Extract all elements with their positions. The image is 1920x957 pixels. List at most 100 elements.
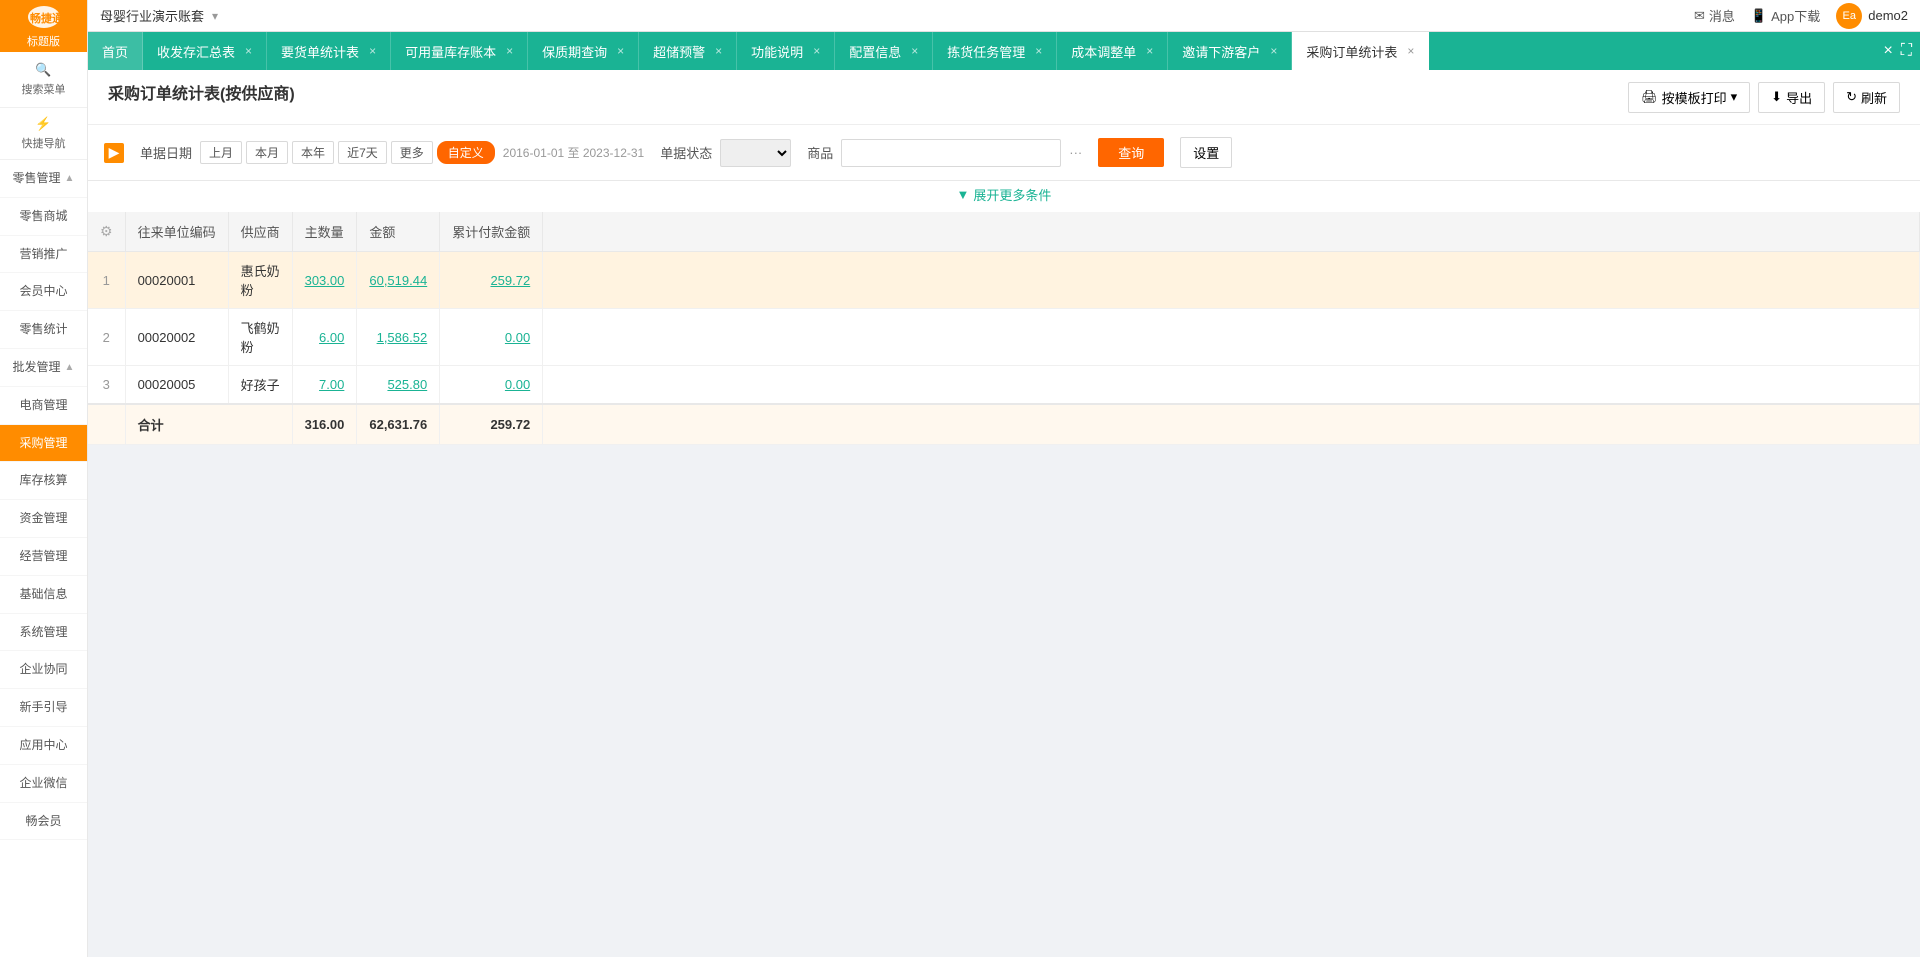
footer-extra bbox=[543, 404, 1920, 445]
sidebar-item-11[interactable]: 基础信息 bbox=[0, 576, 87, 614]
row-paid-link[interactable]: 0.00 bbox=[505, 377, 530, 392]
row-qty-link[interactable]: 6.00 bbox=[319, 330, 344, 345]
tab-tab5[interactable]: 超储预警× bbox=[639, 32, 737, 70]
sidebar-item-6[interactable]: 电商管理 bbox=[0, 387, 87, 425]
row-amount-link[interactable]: 60,519.44 bbox=[369, 273, 427, 288]
sidebar-item-8[interactable]: 库存核算 bbox=[0, 462, 87, 500]
tab-tab9[interactable]: 成本调整单× bbox=[1057, 32, 1168, 70]
app-download-label: App下载 bbox=[1771, 6, 1820, 25]
sidebar-item-14[interactable]: 新手引导 bbox=[0, 689, 87, 727]
sidebar-item-3[interactable]: 会员中心 bbox=[0, 273, 87, 311]
filter-toggle-button[interactable]: ▶ bbox=[104, 143, 124, 163]
search-button[interactable]: 查询 bbox=[1098, 138, 1164, 167]
status-select[interactable]: 全部 待审核 已审核 bbox=[720, 139, 791, 167]
expand-button[interactable]: ▼ 展开更多条件 bbox=[957, 185, 1052, 204]
row-amount: 525.80 bbox=[357, 366, 440, 405]
topbar-right: ✉ 消息 📱 App下载 Ea demo2 bbox=[1694, 3, 1908, 29]
tab-close-tab3[interactable]: × bbox=[506, 44, 513, 58]
export-icon: ⬇ bbox=[1771, 89, 1782, 105]
col-extra bbox=[543, 212, 1920, 252]
tab-tab6[interactable]: 功能说明 × bbox=[737, 32, 835, 70]
date-btn-custom[interactable]: 自定义 bbox=[437, 141, 495, 164]
row-qty-link[interactable]: 7.00 bbox=[319, 377, 344, 392]
settings-button[interactable]: 设置 bbox=[1180, 137, 1232, 168]
sidebar-item-7[interactable]: 采购管理 bbox=[0, 425, 87, 463]
tab-tab1[interactable]: 收发存汇总表 × bbox=[143, 32, 267, 70]
tabs-bar: 首页收发存汇总表×要货单统计表×可用量库存账本×保质期查询×超储预警×功能说明×… bbox=[88, 32, 1920, 70]
sidebar-item-5[interactable]: 批发管理▲ bbox=[0, 349, 87, 387]
message-button[interactable]: ✉ 消息 bbox=[1694, 6, 1735, 25]
sidebar-item-13[interactable]: 企业协同 bbox=[0, 651, 87, 689]
sidebar-item-9[interactable]: 资金管理 bbox=[0, 500, 87, 538]
tab-close-tab8[interactable]: × bbox=[1035, 44, 1042, 58]
tab-tab3[interactable]: 可用量库存账本× bbox=[391, 32, 528, 70]
sidebar-item-label-1: 零售商城 bbox=[19, 208, 67, 225]
sidebar-item-label-11: 基础信息 bbox=[19, 586, 67, 603]
row-paid-link[interactable]: 0.00 bbox=[505, 330, 530, 345]
sidebar-menu: 零售管理▲ 零售商城营销推广会员中心零售统计批发管理▲电商管理采购管理库存核算资金… bbox=[0, 160, 87, 957]
date-btn-this-month[interactable]: 本月 bbox=[246, 141, 288, 164]
footer-row: 合计 316.00 62,631.76 259.72 bbox=[88, 404, 1920, 445]
table-header: ⚙ 往来单位编码 供应商 主数量 金额 累计付款金额 bbox=[88, 212, 1920, 252]
search-icon: 🔍 bbox=[35, 62, 51, 78]
tab-tab4[interactable]: 保质期查询× bbox=[528, 32, 639, 70]
app-download-button[interactable]: 📱 App下载 bbox=[1751, 6, 1820, 25]
tab-home[interactable]: 首页 bbox=[88, 32, 143, 70]
row-amount-link[interactable]: 525.80 bbox=[387, 377, 427, 392]
sidebar-item-4[interactable]: 零售统计 bbox=[0, 311, 87, 349]
date-btn-7days[interactable]: 近7天 bbox=[338, 141, 387, 164]
gear-icon[interactable]: ⚙ bbox=[100, 223, 113, 239]
expand-icon: ▼ bbox=[957, 187, 970, 202]
sidebar-item-1[interactable]: 零售商城 bbox=[0, 198, 87, 236]
user-menu[interactable]: Ea demo2 bbox=[1836, 3, 1908, 29]
user-initials: Ea bbox=[1843, 10, 1856, 22]
tab-close-tab1[interactable]: × bbox=[245, 44, 252, 58]
data-table: ⚙ 往来单位编码 供应商 主数量 金额 累计付款金额 1 00020001 惠氏… bbox=[88, 212, 1920, 445]
tab-label-tab7: 配置信息 bbox=[849, 42, 901, 61]
tab-tab11[interactable]: 采购订单统计表× bbox=[1292, 32, 1429, 70]
sidebar-search[interactable]: 🔍 搜索菜单 bbox=[0, 52, 87, 108]
tab-close-tab2[interactable]: × bbox=[369, 44, 376, 58]
sidebar-item-16[interactable]: 企业微信 bbox=[0, 765, 87, 803]
tab-close-tab7[interactable]: × bbox=[911, 44, 918, 58]
row-amount-link[interactable]: 1,586.52 bbox=[377, 330, 428, 345]
row-paid-link[interactable]: 259.72 bbox=[490, 273, 530, 288]
maximize-button[interactable]: ⛶ bbox=[1901, 42, 1912, 60]
sidebar-item-0[interactable]: 零售管理▲ bbox=[0, 160, 87, 198]
tab-label-tab1: 收发存汇总表 bbox=[157, 42, 235, 61]
tab-tab8[interactable]: 拣货任务管理× bbox=[933, 32, 1057, 70]
close-all-tabs-button[interactable]: × bbox=[1883, 42, 1892, 60]
tab-close-tab11[interactable]: × bbox=[1407, 44, 1414, 58]
date-btn-this-year[interactable]: 本年 bbox=[292, 141, 334, 164]
sidebar: 畅捷通 标题版 🔍 搜索菜单 ⚡ 快捷导航 零售管理▲零售商城营销推广会员中心零… bbox=[0, 0, 88, 957]
tab-close-tab9[interactable]: × bbox=[1146, 44, 1153, 58]
sidebar-quicknav[interactable]: ⚡ 快捷导航 bbox=[0, 108, 87, 160]
print-button[interactable]: 🖨 按模板打印 ▾ bbox=[1628, 82, 1750, 113]
tab-close-tab10[interactable]: × bbox=[1270, 44, 1277, 58]
row-qty: 6.00 bbox=[292, 309, 357, 366]
sidebar-item-12[interactable]: 系统管理 bbox=[0, 614, 87, 652]
export-button[interactable]: ⬇ 导出 bbox=[1758, 82, 1825, 113]
tab-close-tab5[interactable]: × bbox=[715, 44, 722, 58]
row-supplier: 飞鹤奶粉 bbox=[228, 309, 292, 366]
date-btn-more[interactable]: 更多 bbox=[391, 141, 433, 164]
tab-label-tab6: 功能说明 bbox=[751, 42, 803, 61]
tab-close-tab6[interactable]: × bbox=[813, 44, 820, 58]
tab-tab10[interactable]: 邀请下游客户× bbox=[1168, 32, 1292, 70]
sidebar-item-2[interactable]: 营销推广 bbox=[0, 236, 87, 274]
tab-tab2[interactable]: 要货单统计表× bbox=[267, 32, 391, 70]
tab-tab7[interactable]: 配置信息 × bbox=[835, 32, 933, 70]
sidebar-item-17[interactable]: 畅会员 bbox=[0, 803, 87, 841]
app-download-icon: 📱 bbox=[1751, 8, 1767, 24]
goods-input[interactable] bbox=[841, 139, 1061, 167]
row-qty-link[interactable]: 303.00 bbox=[305, 273, 345, 288]
goods-more-icon[interactable]: ··· bbox=[1069, 145, 1082, 160]
org-dropdown-icon[interactable]: ▾ bbox=[212, 9, 218, 23]
date-btn-last-month[interactable]: 上月 bbox=[200, 141, 242, 164]
filter-section: ▶ 单据日期 上月 本月 本年 近7天 更多 自定义 2016-01-01 至 … bbox=[88, 125, 1920, 181]
sidebar-item-15[interactable]: 应用中心 bbox=[0, 727, 87, 765]
tab-close-tab4[interactable]: × bbox=[617, 44, 624, 58]
refresh-button[interactable]: ↻ 刷新 bbox=[1833, 82, 1900, 113]
sidebar-item-label-12: 系统管理 bbox=[19, 624, 67, 641]
sidebar-item-10[interactable]: 经营管理 bbox=[0, 538, 87, 576]
